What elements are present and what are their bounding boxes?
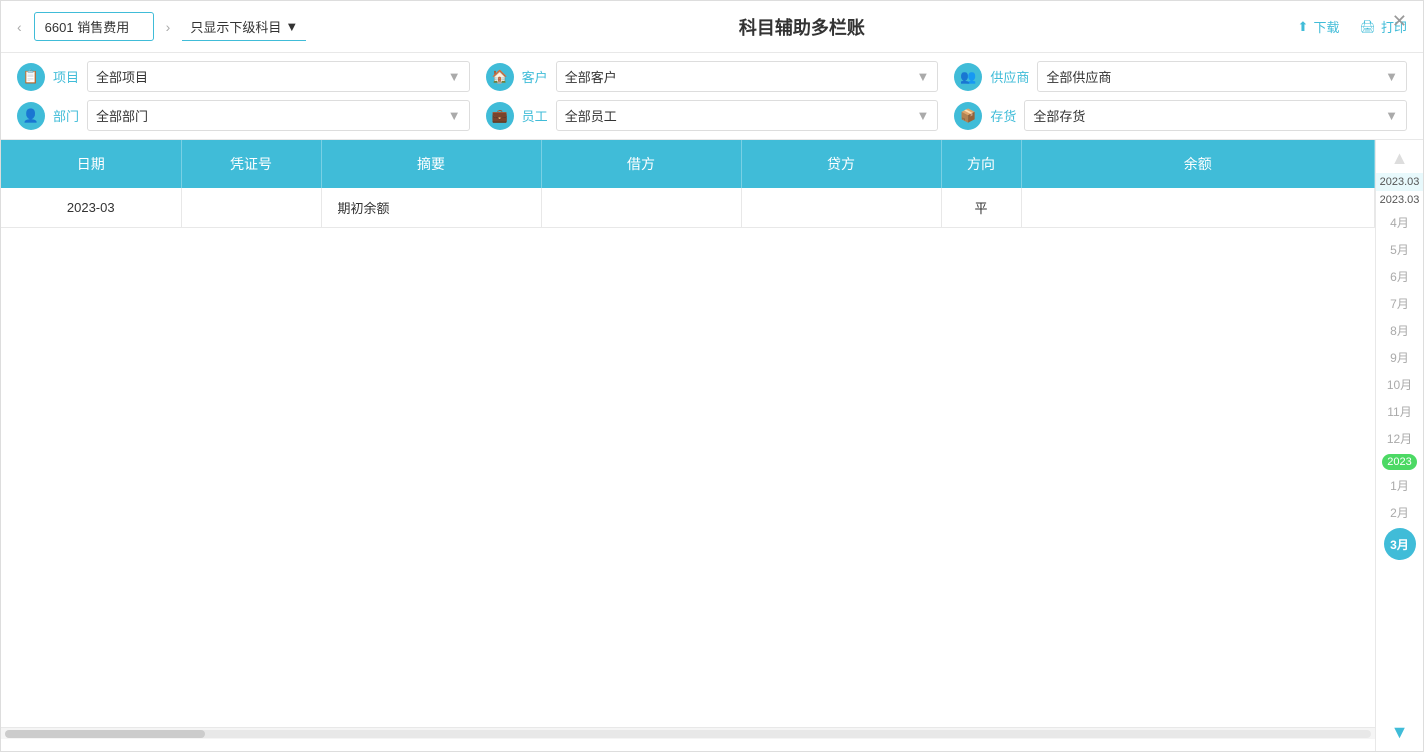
- scrollbar-thumb[interactable]: [5, 730, 205, 738]
- col-balance: 余额: [1021, 140, 1375, 188]
- employee-icon: 💼: [486, 102, 514, 130]
- sidebar-month-6[interactable]: 6月: [1376, 263, 1423, 290]
- sidebar-month-7[interactable]: 7月: [1376, 290, 1423, 317]
- dept-select[interactable]: 全部部门 ▼: [87, 100, 470, 131]
- col-voucher: 凭证号: [181, 140, 321, 188]
- supplier-select[interactable]: 全部供应商 ▼: [1037, 61, 1407, 92]
- sidebar-month-5[interactable]: 5月: [1376, 236, 1423, 263]
- dept-icon: 👤: [17, 102, 45, 130]
- filter-group-dept: 👤 部门 全部部门 ▼: [17, 100, 470, 131]
- cell-credit: [741, 188, 941, 228]
- project-select[interactable]: 全部项目 ▼: [87, 61, 470, 92]
- main-table-area: 日期 凭证号 摘要 借方 贷方 方向 余额 2023-03 期初余额: [1, 140, 1375, 751]
- sidebar-month-2[interactable]: 2月: [1376, 499, 1423, 526]
- col-credit: 贷方: [741, 140, 941, 188]
- sidebar-month-3-active[interactable]: 3月: [1384, 528, 1416, 560]
- project-arrow-icon: ▼: [448, 69, 461, 84]
- filter-group-customer: 🏠 客户 全部客户 ▼: [486, 61, 939, 92]
- table-row: 2023-03 期初余额 平: [1, 188, 1375, 228]
- customer-select[interactable]: 全部客户 ▼: [556, 61, 939, 92]
- filter-group-employee: 💼 员工 全部员工 ▼: [486, 100, 939, 131]
- filter-group-supplier: 👥 供应商 全部供应商 ▼: [954, 61, 1407, 92]
- show-sub-arrow-icon: ▼: [285, 19, 298, 34]
- next-account-arrow[interactable]: ›: [166, 19, 171, 35]
- dept-value: 全部部门: [96, 106, 148, 125]
- cell-balance: [1021, 188, 1375, 228]
- sidebar-month-12[interactable]: 12月: [1376, 425, 1423, 452]
- project-label: 项目: [53, 67, 79, 86]
- customer-value: 全部客户: [565, 67, 617, 86]
- customer-arrow-icon: ▼: [916, 69, 929, 84]
- cell-summary: 期初余额: [321, 188, 541, 228]
- prev-account-arrow[interactable]: ‹: [17, 19, 22, 35]
- ledger-table: 日期 凭证号 摘要 借方 贷方 方向 余额 2023-03 期初余额: [1, 140, 1375, 228]
- horizontal-scrollbar[interactable]: [1, 727, 1375, 739]
- table-header-row: 日期 凭证号 摘要 借方 贷方 方向 余额: [1, 140, 1375, 188]
- sidebar-up-arrow[interactable]: ▲: [1387, 144, 1413, 173]
- filter-group-inventory: 📦 存货 全部存货 ▼: [954, 100, 1407, 131]
- cell-direction: 平: [941, 188, 1021, 228]
- inventory-label: 存货: [990, 106, 1016, 125]
- sidebar-year-badge[interactable]: 2023: [1382, 454, 1416, 470]
- filter-group-project: 📋 项目 全部项目 ▼: [17, 61, 470, 92]
- supplier-label: 供应商: [990, 67, 1029, 86]
- sidebar-date-1[interactable]: 2023.03: [1376, 173, 1423, 191]
- cell-voucher: [181, 188, 321, 228]
- title-bar: ‹ 6601 销售费用 › 只显示下级科目 ▼ 科目辅助多栏账 ⬆ 下载 🖨 打…: [1, 1, 1423, 53]
- inventory-select[interactable]: 全部存货 ▼: [1024, 100, 1407, 131]
- sidebar-month-4[interactable]: 4月: [1376, 209, 1423, 236]
- page-title: 科目辅助多栏账: [318, 14, 1285, 40]
- supplier-icon: 👥: [954, 63, 982, 91]
- employee-arrow-icon: ▼: [916, 108, 929, 123]
- print-icon: 🖨: [1359, 19, 1376, 35]
- employee-value: 全部员工: [565, 106, 617, 125]
- supplier-value: 全部供应商: [1046, 67, 1111, 86]
- sidebar-month-8[interactable]: 8月: [1376, 317, 1423, 344]
- cell-date: 2023-03: [1, 188, 181, 228]
- sidebar-down-arrow[interactable]: ▼: [1387, 718, 1413, 747]
- supplier-arrow-icon: ▼: [1385, 69, 1398, 84]
- sidebar-month-11[interactable]: 11月: [1376, 398, 1423, 425]
- download-button[interactable]: ⬆ 下载: [1298, 17, 1340, 36]
- col-date: 日期: [1, 140, 181, 188]
- show-sub-toggle[interactable]: 只显示下级科目 ▼: [182, 13, 306, 41]
- account-code-input[interactable]: 6601 销售费用: [34, 12, 154, 41]
- col-debit: 借方: [541, 140, 741, 188]
- employee-label: 员工: [522, 106, 548, 125]
- customer-icon: 🏠: [486, 63, 514, 91]
- sidebar-month-10[interactable]: 10月: [1376, 371, 1423, 398]
- right-sidebar: ▲ 2023.03 2023.03 4月 5月 6月 7月 8月 9月 10月 …: [1375, 140, 1423, 751]
- show-sub-label: 只显示下级科目: [190, 17, 281, 36]
- toolbar-right: ⬆ 下载 🖨 打印: [1298, 17, 1407, 36]
- employee-select[interactable]: 全部员工 ▼: [556, 100, 939, 131]
- cell-debit: [541, 188, 741, 228]
- col-summary: 摘要: [321, 140, 541, 188]
- close-button[interactable]: ✕: [1392, 11, 1407, 32]
- download-label: 下载: [1313, 17, 1339, 36]
- download-icon: ⬆: [1298, 19, 1309, 35]
- inventory-arrow-icon: ▼: [1385, 108, 1398, 123]
- sidebar-month-9[interactable]: 9月: [1376, 344, 1423, 371]
- inventory-icon: 📦: [954, 102, 982, 130]
- project-value: 全部项目: [96, 67, 148, 86]
- customer-label: 客户: [522, 67, 548, 86]
- dept-arrow-icon: ▼: [448, 108, 461, 123]
- inventory-value: 全部存货: [1033, 106, 1085, 125]
- col-direction: 方向: [941, 140, 1021, 188]
- sidebar-month-1[interactable]: 1月: [1376, 472, 1423, 499]
- project-icon: 📋: [17, 63, 45, 91]
- dept-label: 部门: [53, 106, 79, 125]
- sidebar-date-2[interactable]: 2023.03: [1376, 191, 1423, 209]
